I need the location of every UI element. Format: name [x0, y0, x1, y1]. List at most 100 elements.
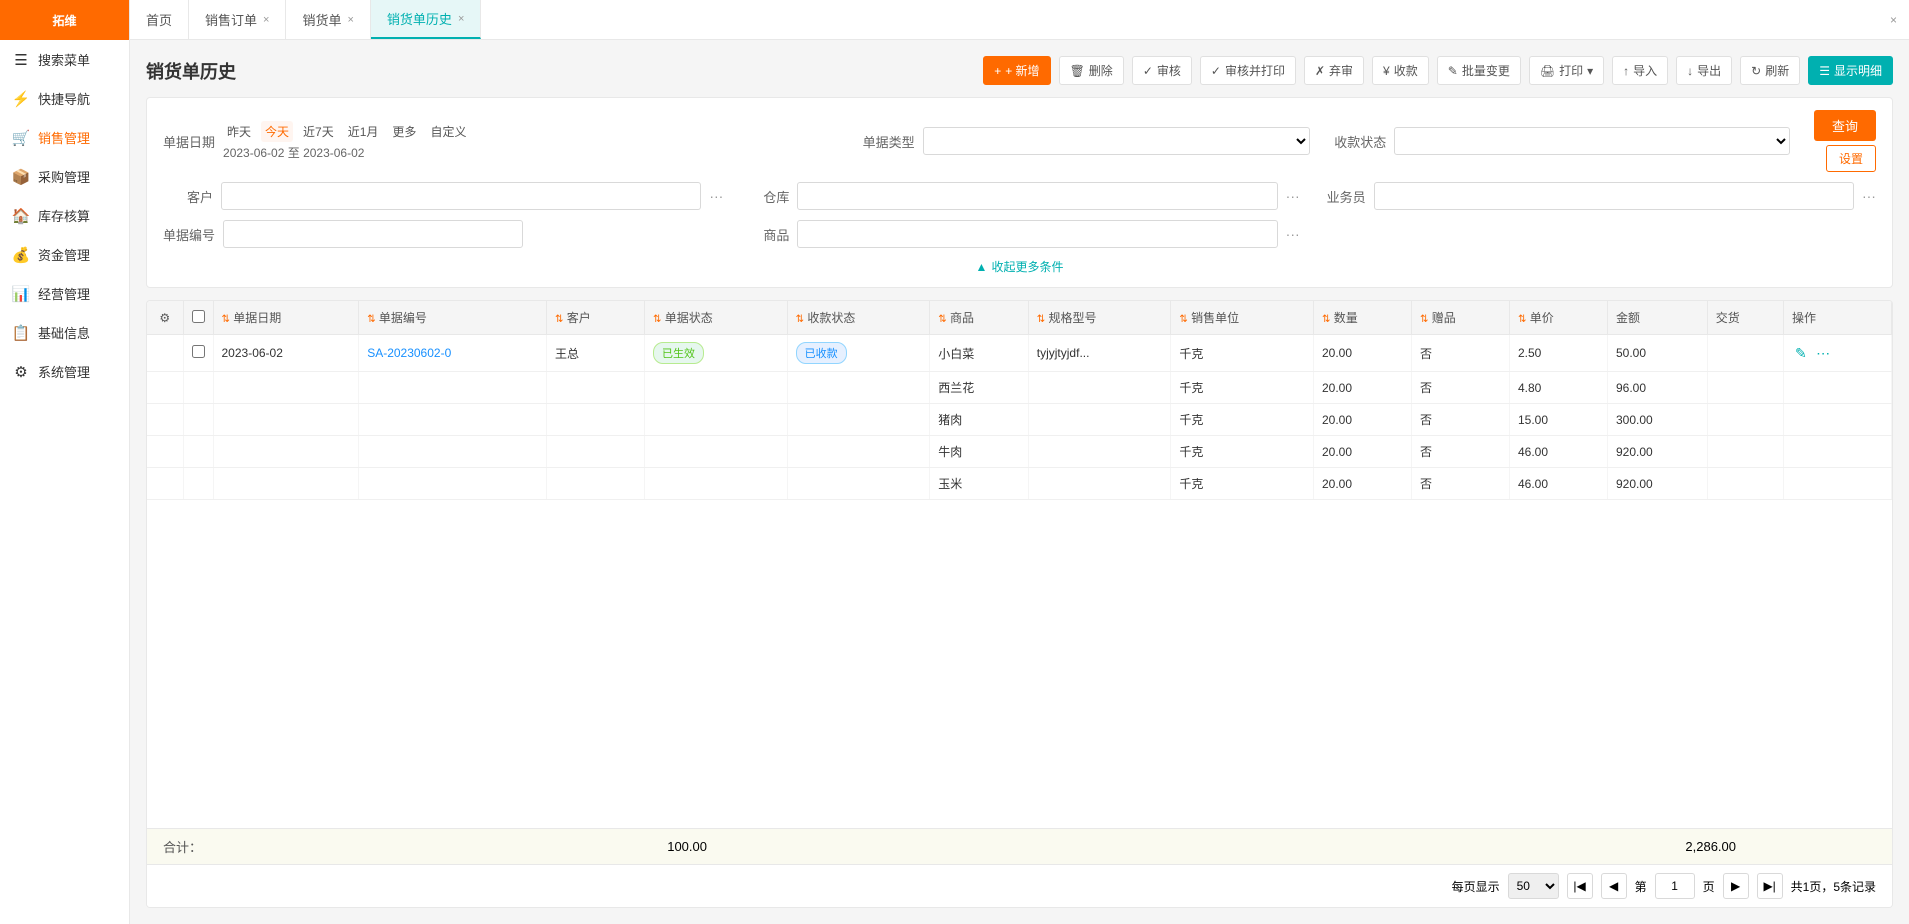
date-input-group: 昨天 今天 近7天 近1月 更多 自定义 2023-06-02 至 2023-0…	[223, 121, 470, 161]
cell-transaction	[1707, 468, 1783, 500]
last-page-button[interactable]: ▶|	[1757, 873, 1783, 899]
col-unit-price[interactable]: ⇅ 单价	[1509, 301, 1607, 335]
cell-spec-model	[1028, 372, 1171, 404]
cell-customer	[547, 404, 645, 436]
export-button[interactable]: ↓ 导出	[1676, 56, 1732, 85]
col-payment-status[interactable]: ⇅ 收款状态	[787, 301, 930, 335]
sort-icon-docno: ⇅	[367, 314, 375, 325]
batch-change-button[interactable]: ✎ 批量变更	[1437, 56, 1521, 85]
sort-icon-docstatus: ⇅	[653, 314, 661, 325]
tab-sales-order-close[interactable]: ×	[263, 14, 269, 26]
sidebar: 拓维 ☰ 搜索菜单 ⚡ 快捷导航 🛒 销售管理 📦 采购管理 🏠 库存核算 💰 …	[0, 0, 130, 924]
set-button[interactable]: 设置	[1826, 145, 1876, 172]
tab-sales-history-label: 销货单历史	[387, 9, 452, 28]
col-doc-no[interactable]: ⇅ 单据编号	[359, 301, 547, 335]
collect-button[interactable]: ¥ 收款	[1372, 56, 1429, 85]
tab-sales-history-close[interactable]: ×	[458, 13, 464, 25]
cell-transaction	[1707, 436, 1783, 468]
table-row: 猪肉 千克 20.00 否 15.00 300.00	[147, 404, 1892, 436]
new-button[interactable]: + + 新增	[983, 56, 1050, 85]
page-number-input[interactable]	[1655, 873, 1695, 899]
total-quantity: 100.00	[667, 839, 707, 854]
col-quantity[interactable]: ⇅ 数量	[1313, 301, 1411, 335]
shortcut-today[interactable]: 今天	[261, 121, 293, 142]
prev-page-button[interactable]: ◀	[1601, 873, 1627, 899]
cell-gift: 否	[1411, 335, 1509, 372]
col-sales-unit[interactable]: ⇅ 销售单位	[1171, 301, 1314, 335]
tab-sales-order[interactable]: 销售订单 ×	[189, 0, 286, 39]
warehouse-input[interactable]	[797, 182, 1277, 210]
tab-home[interactable]: 首页	[130, 0, 189, 39]
col-gift[interactable]: ⇅ 赠品	[1411, 301, 1509, 335]
row-checkbox[interactable]	[192, 345, 205, 358]
sidebar-item-fund-mgmt[interactable]: 💰 资金管理	[0, 235, 129, 274]
review-button[interactable]: ✓ 审核	[1132, 56, 1192, 85]
cell-spec-model	[1028, 436, 1171, 468]
total-amount: 2,286.00	[1685, 839, 1736, 854]
col-doc-status[interactable]: ⇅ 单据状态	[645, 301, 788, 335]
collapse-btn[interactable]: ▲ 收起更多条件	[163, 258, 1876, 275]
shortcut-1month[interactable]: 近1月	[344, 121, 383, 142]
shortcut-7days[interactable]: 近7天	[299, 121, 338, 142]
tab-sales-goods-close[interactable]: ×	[347, 14, 353, 26]
col-transaction: 交货	[1707, 301, 1783, 335]
refresh-button[interactable]: ↻ 刷新	[1740, 56, 1800, 85]
cell-action	[1784, 404, 1892, 436]
cell-amount: 920.00	[1607, 436, 1707, 468]
print-button[interactable]: 🖨 打印 ▾	[1529, 56, 1604, 85]
import-icon: ↑	[1623, 64, 1629, 78]
show-detail-icon: ☰	[1819, 64, 1830, 78]
review-print-button[interactable]: ✓ 审核并打印	[1200, 56, 1296, 85]
col-customer[interactable]: ⇅ 客户	[547, 301, 645, 335]
per-page-select[interactable]: 50 100 200	[1508, 873, 1559, 899]
payment-status-label: 收款状态	[1334, 132, 1386, 151]
col-doc-date[interactable]: ⇅ 单据日期	[213, 301, 359, 335]
sidebar-item-search-menu[interactable]: ☰ 搜索菜单	[0, 40, 129, 79]
tab-sales-history[interactable]: 销货单历史 ×	[371, 0, 481, 39]
batch-change-icon: ✎	[1448, 64, 1458, 78]
edit-action-icon[interactable]: ✎	[1795, 345, 1807, 361]
shortcut-custom[interactable]: 自定义	[426, 121, 470, 142]
salesperson-input[interactable]	[1374, 182, 1854, 210]
table-header-row: ⚙ ⇅ 单据日期 ⇅ 单据编号 ⇅ 客户 ⇅ 单据状态 ⇅ 收款状态 ⇅ 商品 …	[147, 301, 1892, 335]
col-spec-model[interactable]: ⇅ 规格型号	[1028, 301, 1171, 335]
import-button[interactable]: ↑ 导入	[1612, 56, 1668, 85]
select-all-checkbox[interactable]	[192, 310, 205, 323]
col-goods[interactable]: ⇅ 商品	[930, 301, 1029, 335]
docno-input[interactable]	[223, 220, 523, 248]
sidebar-item-label: 系统管理	[38, 362, 90, 381]
sidebar-item-basic-info[interactable]: 📋 基础信息	[0, 313, 129, 352]
doc-type-select[interactable]	[923, 127, 1311, 155]
query-button[interactable]: 查询	[1814, 110, 1876, 141]
sidebar-item-sys-mgmt[interactable]: ⚙ 系统管理	[0, 352, 129, 391]
salesperson-label: 业务员	[1316, 187, 1366, 206]
sidebar-item-purchase-mgmt[interactable]: 📦 采购管理	[0, 157, 129, 196]
filter-goods-group: 商品 ···	[739, 220, 1299, 248]
abandon-button[interactable]: ✗ 弃审	[1304, 56, 1364, 85]
cell-doc-no[interactable]: SA-20230602-0	[359, 335, 547, 372]
col-settings[interactable]: ⚙	[147, 301, 183, 335]
cell-goods: 猪肉	[930, 404, 1029, 436]
goods-input[interactable]	[797, 220, 1277, 248]
shortcut-yesterday[interactable]: 昨天	[223, 121, 255, 142]
shortcut-more[interactable]: 更多	[388, 121, 420, 142]
sidebar-item-inventory-calc[interactable]: 🏠 库存核算	[0, 196, 129, 235]
first-page-button[interactable]: |◀	[1567, 873, 1593, 899]
sidebar-item-ops-mgmt[interactable]: 📊 经营管理	[0, 274, 129, 313]
sidebar-item-quick-nav[interactable]: ⚡ 快捷导航	[0, 79, 129, 118]
tab-sales-goods[interactable]: 销货单 ×	[286, 0, 370, 39]
close-all-tabs[interactable]: ×	[1878, 13, 1909, 27]
cell-sales-unit: 千克	[1171, 468, 1314, 500]
delete-button[interactable]: 🗑 删除	[1059, 56, 1124, 85]
next-page-button[interactable]: ▶	[1723, 873, 1749, 899]
customer-input[interactable]	[221, 182, 701, 210]
doc-no-link[interactable]: SA-20230602-0	[367, 346, 451, 360]
payment-status-select[interactable]	[1394, 127, 1790, 155]
collapse-label: 收起更多条件	[991, 258, 1063, 275]
data-table: ⚙ ⇅ 单据日期 ⇅ 单据编号 ⇅ 客户 ⇅ 单据状态 ⇅ 收款状态 ⇅ 商品 …	[147, 301, 1892, 500]
show-detail-button[interactable]: ☰ 显示明细	[1808, 56, 1893, 85]
sidebar-item-sales-mgmt[interactable]: 🛒 销售管理	[0, 118, 129, 157]
cell-doc-date	[213, 372, 359, 404]
tab-home-label: 首页	[146, 10, 172, 29]
more-action-icon[interactable]: ⋯	[1816, 345, 1830, 361]
